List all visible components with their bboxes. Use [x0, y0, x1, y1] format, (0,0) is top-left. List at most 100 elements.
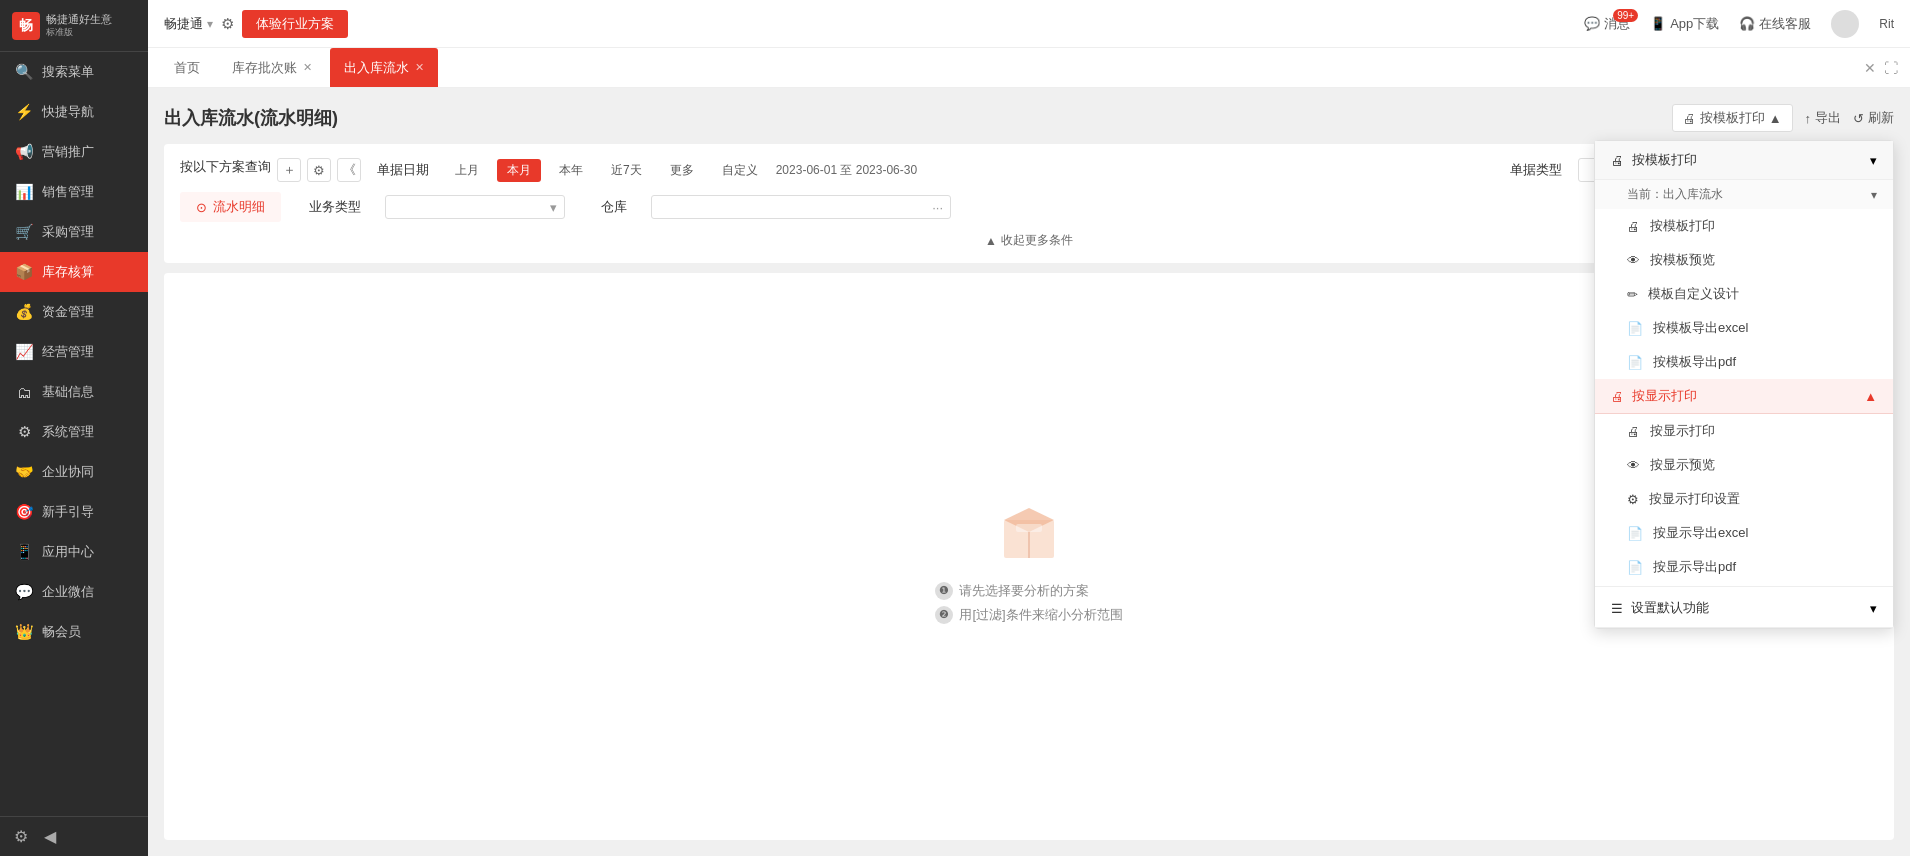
dropdown-item-display-preview[interactable]: 👁 按显示预览: [1595, 448, 1893, 482]
date-tag-more[interactable]: 更多: [660, 159, 704, 182]
template-print-section-header[interactable]: 🖨 按模板打印 ▾: [1595, 141, 1893, 180]
hint-num-1: ❶: [935, 582, 953, 600]
warehouse-dots-icon[interactable]: ···: [932, 200, 943, 215]
sidebar-item-wechat[interactable]: 💬 企业微信: [0, 572, 148, 612]
date-tag-this-month[interactable]: 本月: [497, 159, 541, 182]
sidebar-item-guide[interactable]: 🎯 新手引导: [0, 492, 148, 532]
tab-home[interactable]: 首页: [160, 48, 214, 87]
tabs-right: ✕ ⛶: [1864, 60, 1898, 76]
display-print-section-header[interactable]: 🖨 按显示打印 ▲: [1595, 379, 1893, 414]
tab-flow-close-icon[interactable]: ✕: [415, 61, 424, 74]
close-window-icon[interactable]: ✕: [1864, 60, 1876, 76]
settings-icon[interactable]: ⚙: [14, 827, 28, 846]
filter-collapse-btn[interactable]: 《: [337, 158, 361, 182]
display-preview-label: 按显示预览: [1650, 456, 1715, 474]
sidebar-item-finance[interactable]: 💰 资金管理: [0, 292, 148, 332]
export-btn[interactable]: ↑ 导出: [1805, 109, 1842, 127]
logo-text-wrap: 畅捷通好生意 标准版: [46, 12, 112, 39]
date-tag-7days[interactable]: 近7天: [601, 159, 652, 182]
hint-num-2: ❷: [935, 606, 953, 624]
sidebar-label-basic: 基础信息: [42, 383, 94, 401]
sidebar-item-purchase[interactable]: 🛒 采购管理: [0, 212, 148, 252]
tab-batch[interactable]: 库存批次账 ✕: [218, 48, 326, 87]
dropdown-item-display-print[interactable]: 🖨 按显示打印: [1595, 414, 1893, 448]
biz-type-select[interactable]: [385, 195, 565, 219]
collapse-more-btn[interactable]: ▲ 收起更多条件: [985, 232, 1073, 249]
maximize-window-icon[interactable]: ⛶: [1884, 60, 1898, 76]
dropdown-item-template-custom[interactable]: ✏ 模板自定义设计: [1595, 277, 1893, 311]
current-chevron-icon[interactable]: ▾: [1871, 188, 1877, 202]
sidebar-label-member: 畅会员: [42, 623, 81, 641]
tabs-bar: 首页 库存批次账 ✕ 出入库流水 ✕ ✕ ⛶: [148, 48, 1910, 88]
sidebar-item-quick-nav[interactable]: ⚡ 快捷导航: [0, 92, 148, 132]
tab-flow-label: 出入库流水: [344, 59, 409, 77]
filter-gear-btn[interactable]: ⚙: [307, 158, 331, 182]
empty-state: ❶ 请先选择要分析的方案 ❷ 用[过滤]条件来缩小分析范围: [935, 490, 1122, 624]
sidebar-item-sales[interactable]: 📊 销售管理: [0, 172, 148, 212]
dropdown-divider: [1595, 586, 1893, 587]
print-dropdown: 🖨 按模板打印 ▾ 当前：出入库流水 ▾ 🖨 按模板打印 👁 按模板预览 ✏: [1594, 140, 1894, 629]
template-print-item-icon: 🖨: [1627, 219, 1640, 234]
tab-flow[interactable]: 出入库流水 ✕: [330, 48, 438, 87]
default-func-header[interactable]: ☰ 设置默认功能 ▾: [1595, 589, 1893, 628]
message-btn[interactable]: 💬 消息 99+: [1584, 15, 1630, 33]
dropdown-item-display-excel[interactable]: 📄 按显示导出excel: [1595, 516, 1893, 550]
app-download-btn[interactable]: 📱 App下载: [1650, 15, 1719, 33]
filter-biz-label: 业务类型: [309, 198, 361, 216]
filter-date-label: 单据日期: [377, 161, 429, 179]
industry-btn[interactable]: 体验行业方案: [242, 10, 348, 38]
dropdown-item-template-preview[interactable]: 👁 按模板预览: [1595, 243, 1893, 277]
tab-batch-close-icon[interactable]: ✕: [303, 61, 312, 74]
wechat-icon: 💬: [14, 582, 34, 602]
online-service-btn[interactable]: 🎧 在线客服: [1739, 15, 1811, 33]
sidebar-item-basic[interactable]: 🗂 基础信息: [0, 372, 148, 412]
collapse-sidebar-icon[interactable]: ◀: [44, 827, 56, 846]
dropdown-item-template-excel[interactable]: 📄 按模板导出excel: [1595, 311, 1893, 345]
display-pdf-label: 按显示导出pdf: [1653, 558, 1736, 576]
avatar[interactable]: [1831, 10, 1859, 38]
tab-home-label: 首页: [174, 59, 200, 77]
sidebar-item-apps[interactable]: 📱 应用中心: [0, 532, 148, 572]
filter-add-btn[interactable]: ＋: [277, 158, 301, 182]
template-print-section-label: 🖨 按模板打印: [1611, 151, 1697, 169]
header-gear-icon[interactable]: ⚙: [221, 15, 234, 33]
sidebar-item-inventory[interactable]: 📦 库存核算: [0, 252, 148, 292]
default-func-chevron-icon: ▾: [1870, 601, 1877, 616]
user-area[interactable]: 畅捷通 ▾: [164, 15, 213, 33]
sidebar-label-marketing: 营销推广: [42, 143, 94, 161]
message-icon: 💬: [1584, 16, 1600, 31]
collapse-label: 收起更多条件: [1001, 232, 1073, 249]
warehouse-input[interactable]: [651, 195, 951, 219]
dropdown-item-display-pdf[interactable]: 📄 按显示导出pdf: [1595, 550, 1893, 584]
sidebar-label-enterprise: 企业协同: [42, 463, 94, 481]
print-template-btn[interactable]: 🖨 按模板打印 ▲: [1672, 104, 1793, 132]
date-tag-custom[interactable]: 自定义: [712, 159, 768, 182]
sidebar-label-finance: 资金管理: [42, 303, 94, 321]
query-left: 按以下方案查询 ＋ ⚙ 《: [180, 158, 361, 182]
sidebar-item-marketing[interactable]: 📢 营销推广: [0, 132, 148, 172]
sidebar-bottom: ⚙ ◀: [0, 816, 148, 856]
username-dropdown-icon[interactable]: ▾: [207, 17, 213, 31]
display-preview-icon: 👁: [1627, 458, 1640, 473]
filter-tag-item[interactable]: ⊙ 流水明细: [180, 192, 281, 222]
date-tag-last-month[interactable]: 上月: [445, 159, 489, 182]
refresh-btn[interactable]: ↺ 刷新: [1853, 109, 1894, 127]
filter-tag-label: 流水明细: [213, 198, 265, 216]
empty-hint-1: ❶ 请先选择要分析的方案: [935, 582, 1122, 600]
dropdown-item-template-print[interactable]: 🖨 按模板打印: [1595, 209, 1893, 243]
sidebar-label-inventory: 库存核算: [42, 263, 94, 281]
display-print-label: 按显示打印: [1650, 422, 1715, 440]
enterprise-icon: 🤝: [14, 462, 34, 482]
dropdown-item-display-print-setting[interactable]: ⚙ 按显示打印设置: [1595, 482, 1893, 516]
date-tag-this-year[interactable]: 本年: [549, 159, 593, 182]
sidebar-item-system[interactable]: ⚙ 系统管理: [0, 412, 148, 452]
sidebar-item-search[interactable]: 🔍 搜索菜单: [0, 52, 148, 92]
dropdown-item-template-pdf[interactable]: 📄 按模板导出pdf: [1595, 345, 1893, 379]
inventory-icon: 📦: [14, 262, 34, 282]
logo-badge: 标准版: [46, 26, 112, 39]
sidebar-item-operations[interactable]: 📈 经营管理: [0, 332, 148, 372]
sidebar-item-member[interactable]: 👑 畅会员: [0, 612, 148, 652]
print-dropdown-chevron-icon[interactable]: ▲: [1769, 111, 1782, 126]
sidebar-item-enterprise[interactable]: 🤝 企业协同: [0, 452, 148, 492]
page-title: 出入库流水(流水明细): [164, 106, 338, 130]
